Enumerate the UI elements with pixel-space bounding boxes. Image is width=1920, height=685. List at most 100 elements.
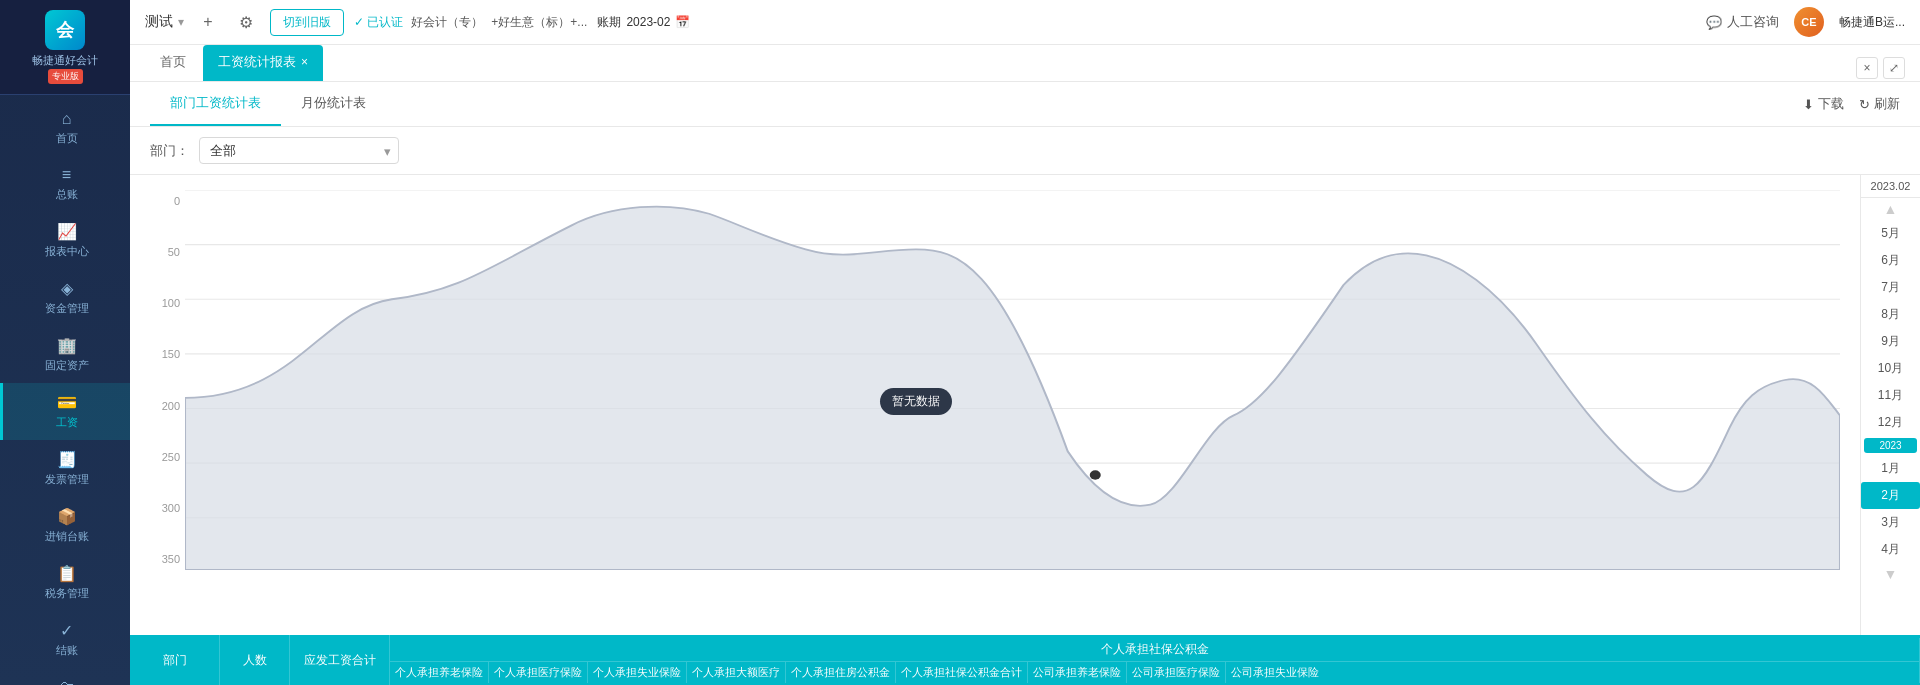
tax-icon: 📋 <box>57 564 77 583</box>
col-total-salary: 应发工资合计 <box>290 635 390 685</box>
col-group-personal: 个人承担社保公积金 个人承担养老保险 个人承担医疗保险 个人承担失业保险 个人承… <box>390 638 1920 683</box>
nav-label-home: 首页 <box>56 131 78 146</box>
month-1[interactable]: 1月 <box>1861 455 1920 482</box>
sales-icon: 📦 <box>57 507 77 526</box>
filter-bar: 部门： 全部 ▾ <box>130 127 1920 175</box>
header-status: ✓ 已认证 好会计（专） +好生意（标）+... <box>354 14 587 31</box>
month-3[interactable]: 3月 <box>1861 509 1920 536</box>
nav-label-funds: 资金管理 <box>45 301 89 316</box>
sub-tab-actions: ⬇ 下载 ↻ 刷新 <box>1803 95 1900 113</box>
nav-label-assets: 固定资产 <box>45 358 89 373</box>
user-avatar: CE <box>1794 7 1824 37</box>
sidebar-item-reports[interactable]: 📈 报表中心 <box>0 212 130 269</box>
support-button[interactable]: 💬 人工咨询 <box>1706 13 1779 31</box>
sub-tab-bar: 部门工资统计表 月份统计表 ⬇ 下载 ↻ 刷新 <box>130 82 1920 127</box>
chart-tooltip-marker <box>1090 470 1101 480</box>
chart-area: 350 300 250 200 150 100 50 0 <box>130 175 1860 635</box>
app-name: 畅捷通好会计 <box>32 53 98 67</box>
sidebar-nav: ⌂ 首页 ≡ 总账 📈 报表中心 ◈ 资金管理 🏢 固定资产 💳 工资 🧾 发票… <box>0 95 130 685</box>
month-9[interactable]: 9月 <box>1861 328 1920 355</box>
month-4[interactable]: 4月 <box>1861 536 1920 563</box>
sidebar-item-tax[interactable]: 📋 税务管理 <box>0 554 130 611</box>
date-picker-header: 2023.02 <box>1861 175 1920 198</box>
ledger-icon: ≡ <box>62 166 71 184</box>
y-label-50: 50 <box>150 246 185 258</box>
tab-home[interactable]: 首页 <box>145 45 201 81</box>
sidebar-item-sales[interactable]: 📦 进销台账 <box>0 497 130 554</box>
chart-svg-wrapper: 暂无数据 <box>185 190 1840 570</box>
user-name[interactable]: 畅捷通B运... <box>1839 14 1905 31</box>
sidebar-item-settle[interactable]: ✓ 结账 <box>0 611 130 668</box>
sidebar-item-archive[interactable]: 🗂 归档管理 <box>0 668 130 685</box>
logo-icon: 会 <box>45 10 85 50</box>
month-8[interactable]: 8月 <box>1861 301 1920 328</box>
nav-label-ledger: 总账 <box>56 187 78 202</box>
chart-container: 350 300 250 200 150 100 50 0 <box>150 190 1840 600</box>
assets-icon: 🏢 <box>57 336 77 355</box>
refresh-button[interactable]: ↻ 刷新 <box>1859 95 1900 113</box>
add-button[interactable]: + <box>194 8 222 36</box>
salary-icon: 💳 <box>57 393 77 412</box>
month-5[interactable]: 5月 <box>1861 220 1920 247</box>
dept-select[interactable]: 全部 <box>199 137 399 164</box>
sidebar-item-home[interactable]: ⌂ 首页 <box>0 100 130 156</box>
nav-label-settle: 结账 <box>56 643 78 658</box>
period-label: 账期 <box>597 14 621 31</box>
verified-status: ✓ 已认证 <box>354 14 403 31</box>
col-housing-fund: 个人承担住房公积金 <box>786 662 896 683</box>
nav-label-sales: 进销台账 <box>45 529 89 544</box>
col-headcount: 人数 <box>220 635 290 685</box>
project-dropdown-arrow: ▾ <box>178 15 184 29</box>
dept-filter-label: 部门： <box>150 142 189 160</box>
app-badge: 专业版 <box>48 69 83 84</box>
calendar-icon[interactable]: 📅 <box>675 15 690 29</box>
header-right: 💬 人工咨询 CE 畅捷通B运... <box>1706 7 1905 37</box>
sub-tab-month[interactable]: 月份统计表 <box>281 82 386 126</box>
col-major-medical: 个人承担大额医疗 <box>687 662 786 683</box>
area-chart-svg <box>185 190 1840 570</box>
archive-icon: 🗂 <box>59 678 75 685</box>
sub-tab-dept[interactable]: 部门工资统计表 <box>150 82 281 126</box>
month-12[interactable]: 12月 <box>1861 409 1920 436</box>
switch-version-button[interactable]: 切到旧版 <box>270 9 344 36</box>
col-dept: 部门 <box>130 635 220 685</box>
sidebar-item-assets[interactable]: 🏢 固定资产 <box>0 326 130 383</box>
sidebar-item-salary[interactable]: 💳 工资 <box>0 383 130 440</box>
month-2-active[interactable]: 2月 <box>1861 482 1920 509</box>
business-status: +好生意（标）+... <box>491 14 587 31</box>
download-button[interactable]: ⬇ 下载 <box>1803 95 1844 113</box>
month-7[interactable]: 7月 <box>1861 274 1920 301</box>
project-name: 测试 <box>145 13 173 31</box>
nav-label-salary: 工资 <box>56 415 78 430</box>
y-label-300: 300 <box>150 502 185 514</box>
sidebar-item-ledger[interactable]: ≡ 总账 <box>0 156 130 212</box>
sidebar-item-invoice[interactable]: 🧾 发票管理 <box>0 440 130 497</box>
sidebar-item-funds[interactable]: ◈ 资金管理 <box>0 269 130 326</box>
col-company-pension: 公司承担养老保险 <box>1028 662 1127 683</box>
plan-status: 好会计（专） <box>411 14 483 31</box>
main-content: 测试 ▾ + ⚙ 切到旧版 ✓ 已认证 好会计（专） +好生意（标）+... 账… <box>130 0 1920 685</box>
col-company-unemployment: 公司承担失业保险 <box>1226 662 1324 683</box>
funds-icon: ◈ <box>61 279 73 298</box>
project-selector[interactable]: 测试 ▾ <box>145 13 184 31</box>
home-icon: ⌂ <box>62 110 72 128</box>
settings-button[interactable]: ⚙ <box>232 8 260 36</box>
month-6[interactable]: 6月 <box>1861 247 1920 274</box>
invoice-icon: 🧾 <box>57 450 77 469</box>
settle-icon: ✓ <box>60 621 73 640</box>
date-next-nav[interactable]: ▼ <box>1861 563 1920 585</box>
close-window-button[interactable]: × <box>1856 57 1878 79</box>
y-label-350: 350 <box>150 553 185 565</box>
table-footer-header: 部门 人数 应发工资合计 个人承担社保公积金 个人承担养老保险 个人承担医疗保险… <box>130 635 1920 685</box>
group-cells: 个人承担养老保险 个人承担医疗保险 个人承担失业保险 个人承担大额医疗 个人承担… <box>390 662 1919 683</box>
month-11[interactable]: 11月 <box>1861 382 1920 409</box>
sub-tabs: 部门工资统计表 月份统计表 <box>150 82 386 126</box>
date-prev-nav[interactable]: ▲ <box>1861 198 1920 220</box>
maximize-window-button[interactable]: ⤢ <box>1883 57 1905 79</box>
month-10[interactable]: 10月 <box>1861 355 1920 382</box>
tab-close-icon[interactable]: × <box>301 55 308 69</box>
tab-bar: 首页 工资统计报表 × × ⤢ <box>130 45 1920 82</box>
account-period: 账期 2023-02 📅 <box>597 14 690 31</box>
tab-salary-report[interactable]: 工资统计报表 × <box>203 45 323 81</box>
page-content: 部门工资统计表 月份统计表 ⬇ 下载 ↻ 刷新 部门： <box>130 82 1920 685</box>
